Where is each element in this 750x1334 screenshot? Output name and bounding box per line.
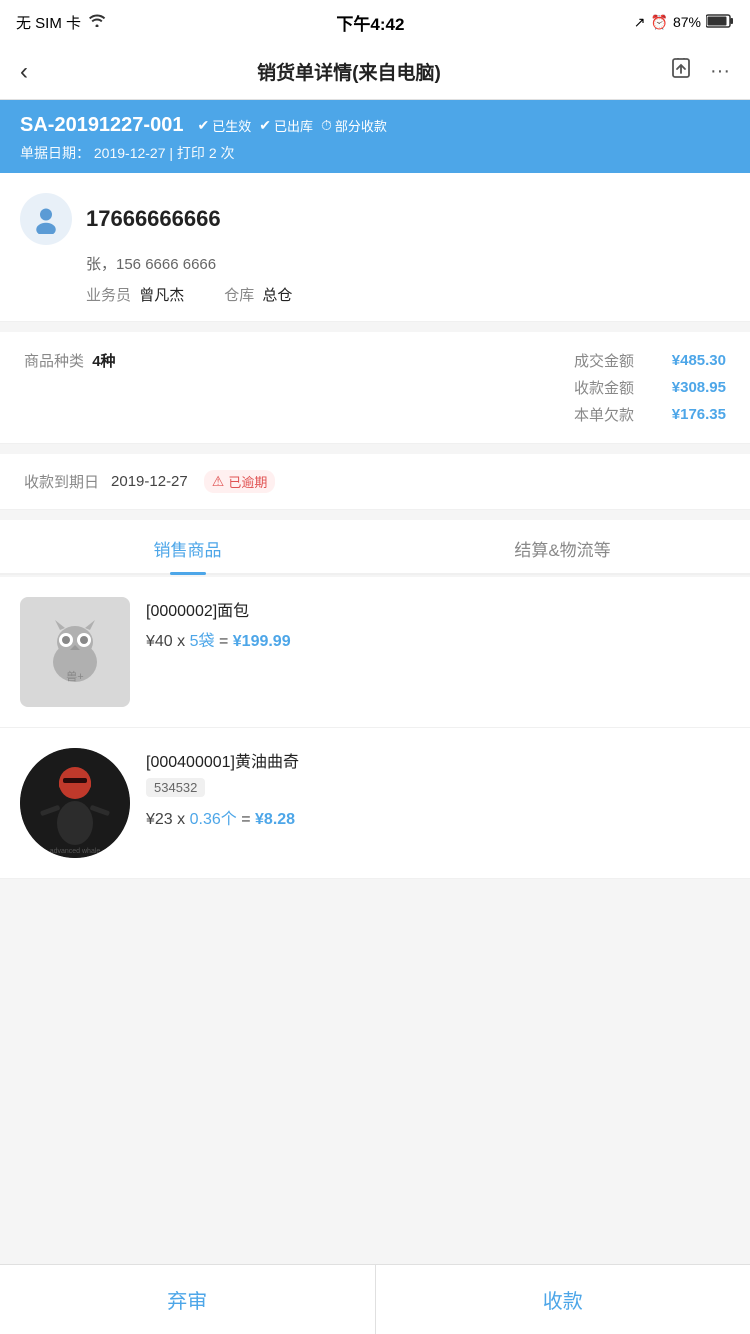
tab-sales-goods[interactable]: 销售商品 <box>0 520 375 573</box>
product-price-cookie: ¥23 x 0.36个 = ¥8.28 <box>146 805 730 829</box>
debt-label: 本单欠款 <box>574 404 634 425</box>
badge-shipped: ✔ 已出库 <box>259 116 313 135</box>
warehouse-value: 总仓 <box>262 287 292 304</box>
product-name-cookie: [000400001]黄油曲奇 <box>146 748 730 772</box>
price-total: ¥199.99 <box>233 633 291 650</box>
date-label: 单据日期： <box>20 145 90 161</box>
price-base: ¥40 <box>146 633 173 650</box>
receipt-value: ¥308.95 <box>646 379 726 396</box>
svg-text:advanced whale: advanced whale <box>50 848 101 855</box>
alarm-icon: ⏰ <box>651 14 668 31</box>
battery-label: 87% <box>673 14 701 30</box>
wifi-icon <box>87 13 107 31</box>
share-icon[interactable] <box>670 58 692 86</box>
due-date-label: 收款到期日 <box>24 471 99 492</box>
carrier-label: 无 SIM 卡 <box>16 12 81 33</box>
check-icon: ✔ <box>197 117 209 134</box>
overdue-icon: ⚠ <box>212 473 225 490</box>
overdue-badge: ⚠ 已逾期 <box>204 470 276 493</box>
product-item: 兽+ [0000002]面包 ¥40 x 5袋 = ¥199.99 <box>0 577 750 728</box>
sales-label: 业务员 <box>86 287 131 304</box>
bottom-bar: 弃审 收款 <box>0 1264 750 1334</box>
products-list: 兽+ [0000002]面包 ¥40 x 5袋 = ¥199.99 <box>0 577 750 879</box>
customer-section: 17666666666 张，156 6666 6666 业务员 曾凡杰 仓库 总… <box>0 173 750 322</box>
product-info-bread: [0000002]面包 ¥40 x 5袋 = ¥199.99 <box>146 597 730 651</box>
location-icon: ↗ <box>634 14 646 31</box>
deal-row: 成交金额 ¥485.30 <box>574 350 726 371</box>
deal-value: ¥485.30 <box>646 352 726 369</box>
order-id: SA-20191227-001 <box>20 114 183 137</box>
print-info: | 打印 2 次 <box>169 145 234 161</box>
sales-meta: 业务员 曾凡杰 <box>86 284 184 305</box>
price-total-2: ¥8.28 <box>255 811 295 828</box>
product-info-cookie: [000400001]黄油曲奇 534532 ¥23 x 0.36个 = ¥8.… <box>146 748 730 829</box>
category-value: 4种 <box>92 353 115 370</box>
more-icon[interactable]: ··· <box>710 60 730 83</box>
tabs-container: 销售商品 结算&物流等 <box>0 520 750 575</box>
header-date-row: 单据日期： 2019-12-27 | 打印 2 次 <box>20 143 730 163</box>
customer-name-phone: 张，156 6666 6666 <box>86 253 730 274</box>
product-tag-cookie: 534532 <box>146 778 205 797</box>
due-section: 收款到期日 2019-12-27 ⚠ 已逾期 <box>0 454 750 510</box>
badge-effective: ✔ 已生效 <box>197 116 251 135</box>
check-icon-2: ✔ <box>259 117 271 134</box>
receipt-row: 收款金额 ¥308.95 <box>574 377 726 398</box>
avatar <box>20 193 72 245</box>
cancel-button[interactable]: 弃审 <box>0 1265 376 1334</box>
customer-row: 17666666666 <box>20 193 730 245</box>
warehouse-label: 仓库 <box>224 287 254 304</box>
nav-actions: ··· <box>670 58 730 86</box>
svg-text:兽+: 兽+ <box>66 669 83 683</box>
product-item-2: advanced whale [000400001]黄油曲奇 534532 ¥2… <box>0 728 750 879</box>
debt-row: 本单欠款 ¥176.35 <box>574 404 726 425</box>
price-qty-2: 0.36个 <box>190 811 237 828</box>
status-right: ↗ ⏰ 87% <box>634 14 734 31</box>
warehouse-meta: 仓库 总仓 <box>224 284 292 305</box>
customer-meta: 业务员 曾凡杰 仓库 总仓 <box>86 284 730 305</box>
deal-label: 成交金额 <box>574 350 634 371</box>
product-price-bread: ¥40 x 5袋 = ¥199.99 <box>146 627 730 651</box>
status-left: 无 SIM 卡 <box>16 12 107 33</box>
header-banner: SA-20191227-001 ✔ 已生效 ✔ 已出库 ⏱ 部分收款 单据日期：… <box>0 100 750 173</box>
back-button[interactable]: ‹ <box>20 58 28 86</box>
badge-partial: ⏱ 部分收款 <box>321 116 387 135</box>
category-label: 商品种类 <box>24 353 84 370</box>
sales-value: 曾凡杰 <box>139 287 184 304</box>
price-qty: 5袋 <box>190 633 215 650</box>
product-name-bread: [0000002]面包 <box>146 597 730 621</box>
debt-value: ¥176.35 <box>646 406 726 423</box>
summary-right: 成交金额 ¥485.30 收款金额 ¥308.95 本单欠款 ¥176.35 <box>574 350 726 425</box>
order-date: 2019-12-27 <box>94 145 166 161</box>
receipt-label: 收款金额 <box>574 377 634 398</box>
status-badges: ✔ 已生效 ✔ 已出库 ⏱ 部分收款 <box>197 116 386 135</box>
summary-section: 商品种类 4种 成交金额 ¥485.30 收款金额 ¥308.95 本单欠款 ¥… <box>0 332 750 444</box>
overdue-label: 已逾期 <box>228 472 267 491</box>
status-bar: 无 SIM 卡 下午4:42 ↗ ⏰ 87% <box>0 0 750 44</box>
price-base-2: ¥23 <box>146 811 173 828</box>
customer-account-id: 17666666666 <box>86 206 221 232</box>
summary-left: 商品种类 4种 <box>24 350 116 371</box>
product-thumbnail-owl: 兽+ <box>20 597 130 707</box>
page-title: 销货单详情(来自电脑) <box>257 58 441 85</box>
confirm-button[interactable]: 收款 <box>376 1265 750 1334</box>
status-time: 下午4:42 <box>336 10 404 35</box>
product-thumbnail-ninja: advanced whale <box>20 748 130 858</box>
due-date-value: 2019-12-27 <box>111 473 188 490</box>
battery-icon <box>706 14 734 31</box>
clock-icon: ⏱ <box>321 117 332 134</box>
nav-bar: ‹ 销货单详情(来自电脑) ··· <box>0 44 750 100</box>
tab-settlement[interactable]: 结算&物流等 <box>375 520 750 573</box>
